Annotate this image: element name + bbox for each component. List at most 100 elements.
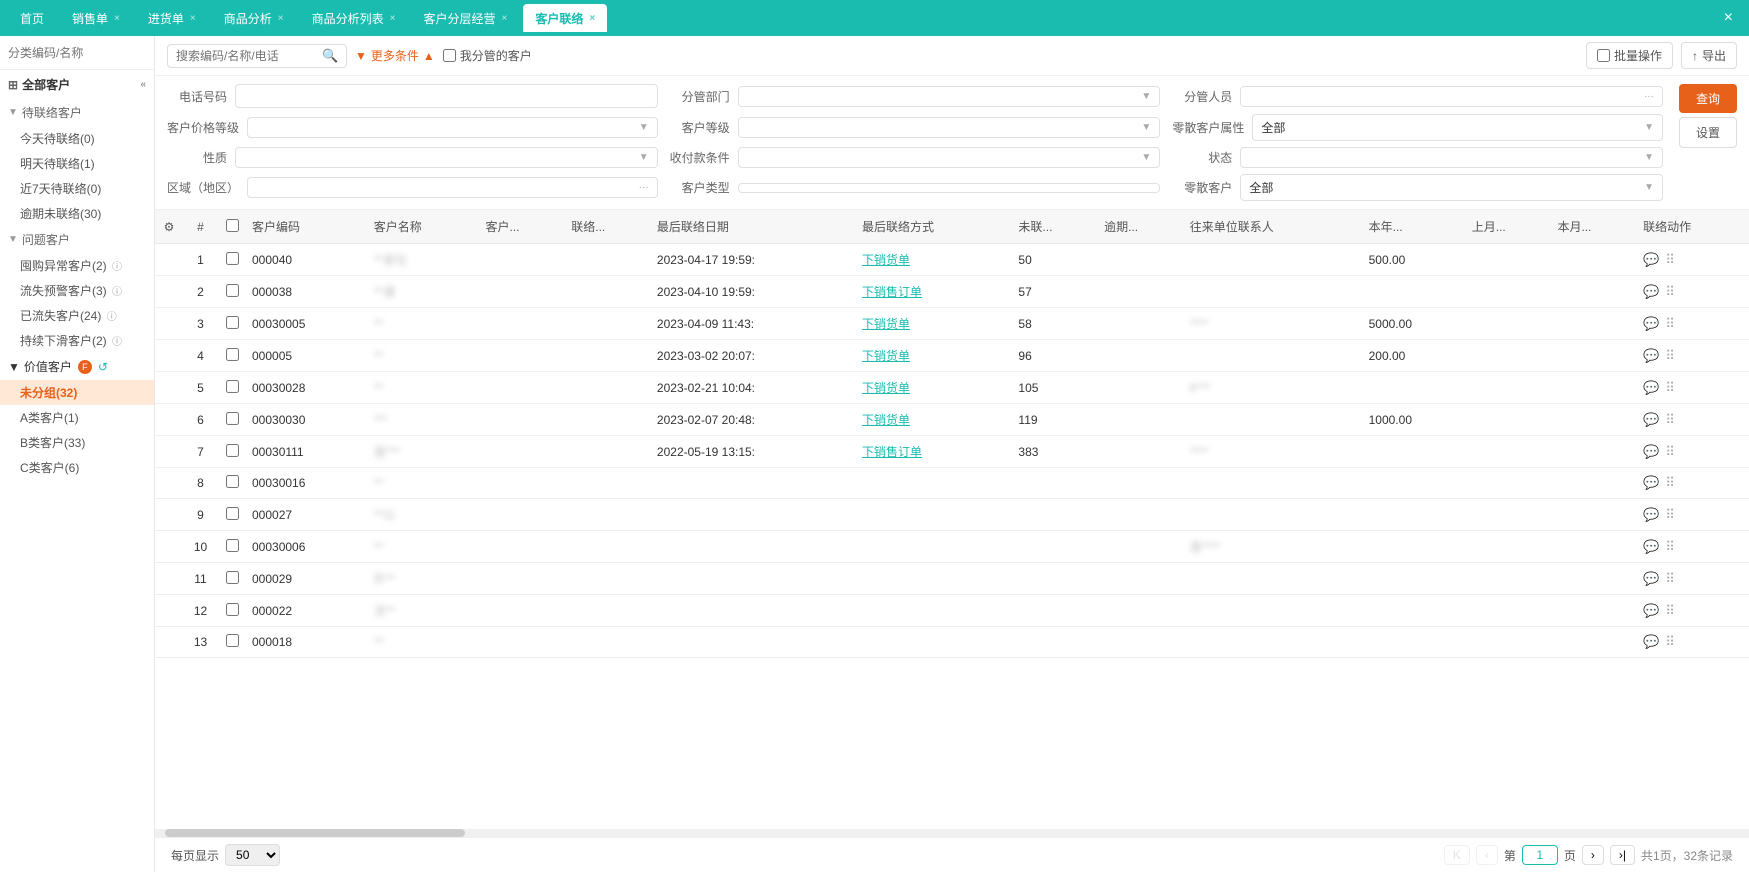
qr-icon[interactable]: ⠿: [1665, 444, 1675, 460]
person-select[interactable]: ···: [1240, 86, 1663, 107]
message-icon[interactable]: 💬: [1643, 571, 1659, 587]
row-select-checkbox[interactable]: [226, 348, 239, 361]
qr-icon[interactable]: ⠿: [1665, 507, 1675, 523]
contact-method-link[interactable]: 下销售订单: [862, 445, 922, 459]
contact-method-link[interactable]: 下销售订单: [862, 285, 922, 299]
sidebar-group-problem-header[interactable]: ▼ 问题客户: [0, 226, 154, 253]
qr-icon[interactable]: ⠿: [1665, 348, 1675, 364]
col-contact[interactable]: 联络...: [565, 210, 651, 244]
row-last-contact-method[interactable]: 下销货单: [856, 340, 1012, 372]
row-last-contact-method[interactable]: 下销售订单: [856, 276, 1012, 308]
data-table-container[interactable]: ⚙ # 客户编码 客户名称 客户... 联络... 最后联络日期 最后联络方式 …: [155, 210, 1749, 829]
close-analysis-tab[interactable]: ×: [278, 13, 284, 24]
col-customer-code[interactable]: 客户编码: [246, 210, 368, 244]
col-last-contact-method[interactable]: 最后联络方式: [856, 210, 1012, 244]
row-last-contact-method[interactable]: 下销货单: [856, 244, 1012, 276]
row-select-checkbox[interactable]: [226, 412, 239, 425]
zero-attr-select[interactable]: 全部 ▼: [1252, 114, 1663, 141]
reset-button[interactable]: 设置: [1679, 117, 1737, 148]
sidebar-item-declining[interactable]: 持续下滑客户(2) ⓘ: [0, 328, 154, 353]
table-settings-col[interactable]: ⚙: [155, 210, 183, 244]
customer-level-select[interactable]: ▼: [738, 117, 1161, 138]
message-icon[interactable]: 💬: [1643, 380, 1659, 396]
row-checkbox-cell[interactable]: [218, 436, 246, 468]
col-customer-name[interactable]: 客户名称: [368, 210, 480, 244]
row-select-checkbox[interactable]: [226, 539, 239, 552]
sidebar-item-7days-waiting[interactable]: 近7天待联络(0): [0, 176, 154, 201]
qr-icon[interactable]: ⠿: [1665, 475, 1675, 491]
message-icon[interactable]: 💬: [1643, 252, 1659, 268]
row-checkbox-cell[interactable]: [218, 372, 246, 404]
tab-purchase[interactable]: 进货单 ×: [136, 4, 208, 32]
row-last-contact-method[interactable]: [856, 499, 1012, 531]
qr-icon[interactable]: ⠿: [1665, 412, 1675, 428]
horizontal-scrollbar[interactable]: [155, 829, 1749, 837]
col-year-amount[interactable]: 本年...: [1363, 210, 1466, 244]
close-analysis-list-tab[interactable]: ×: [390, 13, 396, 24]
qr-icon[interactable]: ⠿: [1665, 634, 1675, 650]
area-select[interactable]: ···: [247, 177, 658, 198]
last-page-button[interactable]: ›|: [1610, 845, 1635, 865]
phone-input[interactable]: [235, 84, 658, 108]
sidebar-all-customers[interactable]: ⊞ 全部客户 «: [0, 70, 154, 99]
message-icon[interactable]: 💬: [1643, 348, 1659, 364]
tab-customer-tier[interactable]: 客户分层经营 ×: [411, 4, 519, 32]
search-input[interactable]: [176, 49, 316, 63]
tab-analysis-list[interactable]: 商品分析列表 ×: [300, 4, 408, 32]
batch-operation-button[interactable]: 批量操作: [1586, 42, 1673, 69]
sidebar-item-hoarding-abnormal[interactable]: 囤购异常客户(2) ⓘ: [0, 253, 154, 278]
dept-select[interactable]: ▼: [738, 86, 1161, 107]
refresh-icon[interactable]: ↺: [98, 360, 108, 374]
row-select-checkbox[interactable]: [226, 475, 239, 488]
sidebar-item-class-c[interactable]: C类客户(6): [0, 455, 154, 480]
close-customer-tier-tab[interactable]: ×: [501, 13, 507, 24]
row-last-contact-method[interactable]: 下销货单: [856, 404, 1012, 436]
zero-customer-select[interactable]: 全部 ▼: [1240, 174, 1663, 201]
contact-method-link[interactable]: 下销货单: [862, 253, 910, 267]
qr-icon[interactable]: ⠿: [1665, 603, 1675, 619]
row-last-contact-method[interactable]: [856, 468, 1012, 499]
sidebar-item-class-b[interactable]: B类客户(33): [0, 430, 154, 455]
row-select-checkbox[interactable]: [226, 507, 239, 520]
close-sales-tab[interactable]: ×: [114, 13, 120, 24]
contact-method-link[interactable]: 下销货单: [862, 349, 910, 363]
row-select-checkbox[interactable]: [226, 380, 239, 393]
message-icon[interactable]: 💬: [1643, 444, 1659, 460]
row-checkbox-cell[interactable]: [218, 531, 246, 563]
sidebar-item-overdue-waiting[interactable]: 逾期未联络(30): [0, 201, 154, 226]
my-customers-checkbox[interactable]: [443, 49, 456, 62]
sidebar-item-churned[interactable]: 已流失客户(24) ⓘ: [0, 303, 154, 328]
row-select-checkbox[interactable]: [226, 252, 239, 265]
customer-type-select[interactable]: [738, 183, 1161, 193]
row-checkbox-cell[interactable]: [218, 563, 246, 595]
row-checkbox-cell[interactable]: [218, 627, 246, 658]
sidebar-item-no-group[interactable]: 未分组(32): [0, 380, 154, 405]
tab-home[interactable]: 首页: [8, 4, 56, 32]
query-button[interactable]: 查询: [1679, 84, 1737, 113]
message-icon[interactable]: 💬: [1643, 475, 1659, 491]
collapse-sidebar-icon[interactable]: «: [140, 79, 146, 90]
contact-method-link[interactable]: 下销货单: [862, 413, 910, 427]
message-icon[interactable]: 💬: [1643, 539, 1659, 555]
qr-icon[interactable]: ⠿: [1665, 380, 1675, 396]
payment-select[interactable]: ▼: [738, 147, 1161, 168]
col-last-contact-date[interactable]: 最后联络日期: [651, 210, 856, 244]
col-this-month[interactable]: 本月...: [1551, 210, 1637, 244]
row-checkbox-cell[interactable]: [218, 468, 246, 499]
nature-select[interactable]: ▼: [235, 147, 658, 168]
qr-icon[interactable]: ⠿: [1665, 284, 1675, 300]
price-level-select[interactable]: ▼: [247, 117, 658, 138]
row-last-contact-method[interactable]: [856, 563, 1012, 595]
prev-page-button[interactable]: ‹: [1476, 845, 1498, 865]
row-checkbox-cell[interactable]: [218, 276, 246, 308]
current-page-input[interactable]: [1522, 845, 1558, 865]
row-checkbox-cell[interactable]: [218, 244, 246, 276]
row-checkbox-cell[interactable]: [218, 499, 246, 531]
row-last-contact-method[interactable]: 下销售订单: [856, 436, 1012, 468]
next-page-button[interactable]: ›: [1582, 845, 1604, 865]
message-icon[interactable]: 💬: [1643, 507, 1659, 523]
batch-op-checkbox[interactable]: [1597, 49, 1610, 62]
status-select[interactable]: ▼: [1240, 147, 1663, 168]
tab-customer-contact[interactable]: 客户联络 ×: [523, 4, 607, 32]
row-last-contact-method[interactable]: [856, 627, 1012, 658]
